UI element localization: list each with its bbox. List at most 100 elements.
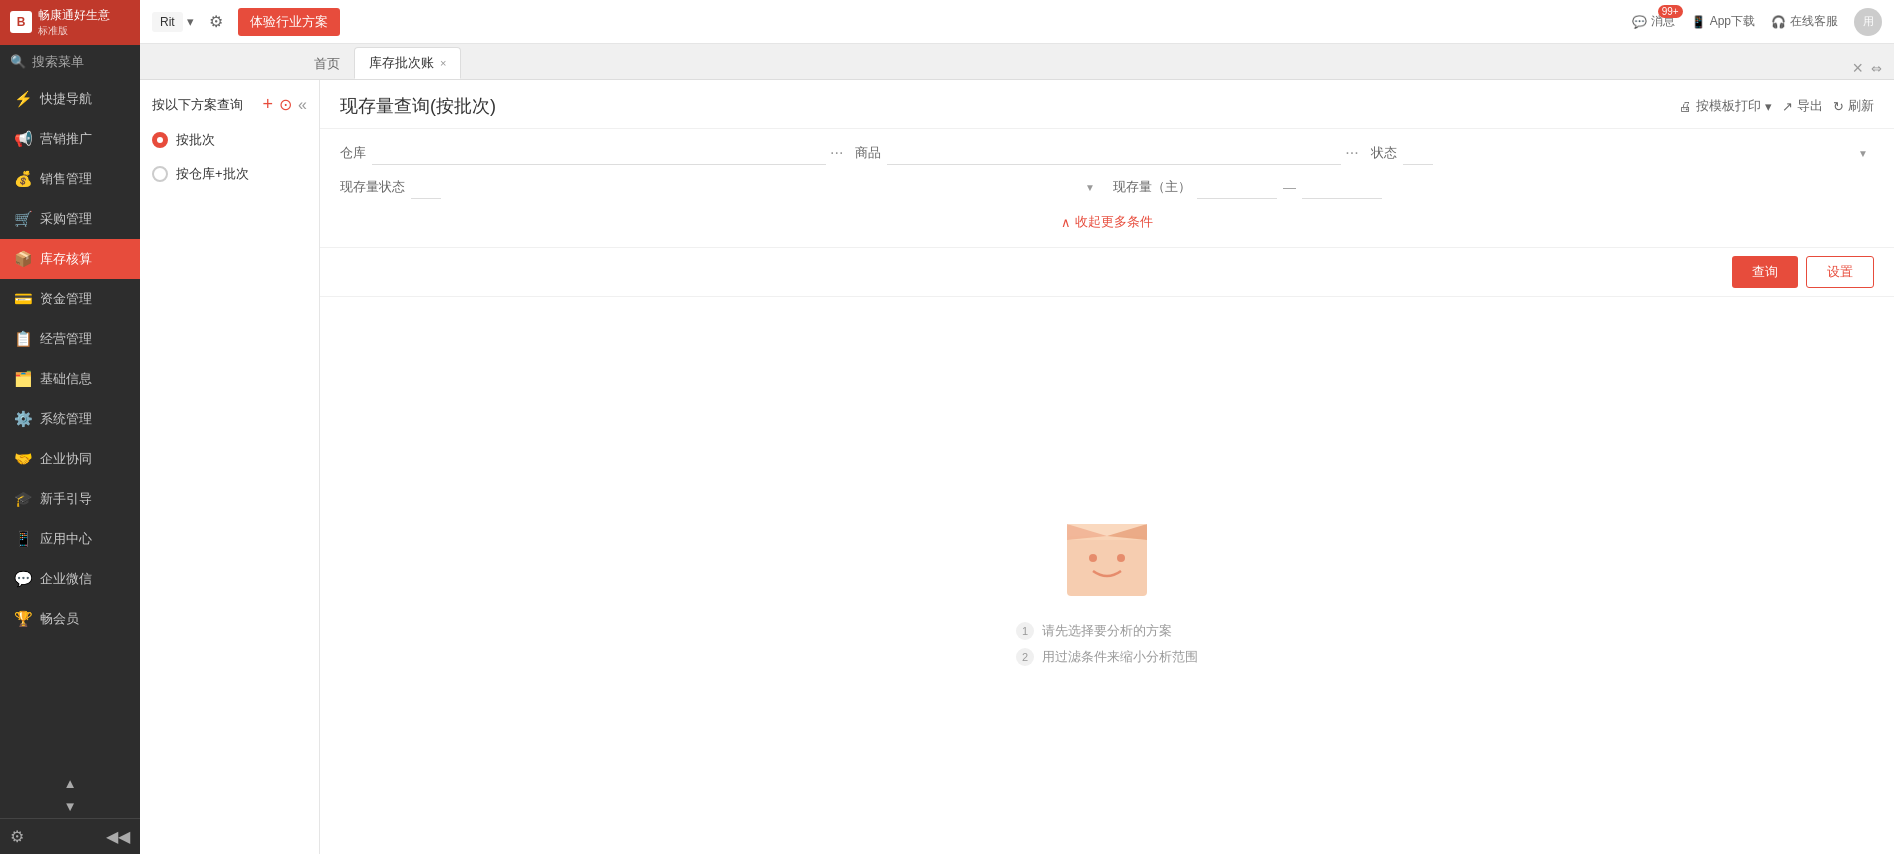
print-label: 按模板打印 [1696,97,1761,115]
refresh-icon: ↻ [1833,99,1844,114]
trial-button[interactable]: 体验行业方案 [238,8,340,36]
sidebar-scroll-down[interactable]: ▼ [0,795,140,818]
print-icon: 🖨 [1679,99,1692,114]
tab-bar: 首页 库存批次账 × × ⇔ [140,44,1894,80]
app-logo: B [10,11,32,33]
sidebar-scroll-up[interactable]: ▲ [0,772,140,795]
top-header: Rit ▾ ⚙ 体验行业方案 💬 消息 99+ 📱 App下载 🎧 [140,0,1894,44]
stock-status-label: 现存量状态 [340,178,405,196]
sidebar-item-label: 经营管理 [40,330,92,348]
filter-settings-button[interactable]: ⊙ [279,95,292,114]
main-content: 现存量查询(按批次) 🖨 按模板打印 ▾ ↗ 导出 ↻ [320,80,1894,854]
company-selector[interactable]: Rit ▾ [152,12,194,32]
sidebar-search[interactable]: 🔍 搜索菜单 [0,45,140,79]
tip2-number: 2 [1016,648,1034,666]
sidebar-item-label: 企业微信 [40,570,92,588]
sidebar-item-inventory[interactable]: 📦 库存核算 [0,239,140,279]
service-icon: 🎧 [1771,15,1786,29]
empty-tip-1: 1 请先选择要分析的方案 [1016,622,1198,640]
sidebar-item-label: 营销推广 [40,130,92,148]
sidebar-item-vip[interactable]: 🏆 畅会员 [0,599,140,639]
company-info: 畅康通好生意 标准版 [38,8,110,37]
product-label: 商品 [855,144,881,162]
sidebar: B 畅康通好生意 标准版 🔍 搜索菜单 ⚡ 快捷导航 📢 营销推广 💰 销售管理 [0,0,140,854]
print-button[interactable]: 🖨 按模板打印 ▾ [1679,97,1772,115]
sidebar-item-label: 快捷导航 [40,90,92,108]
query-button[interactable]: 查询 [1732,256,1798,288]
sidebar-footer: ⚙ ◀◀ [0,818,140,854]
tip1-text: 请先选择要分析的方案 [1042,622,1172,640]
stock-qty-filter-group: 现存量（主） — [1113,175,1874,199]
sidebar-item-marketing[interactable]: 📢 营销推广 [0,119,140,159]
empty-state: 1 请先选择要分析的方案 2 用过滤条件来缩小分析范围 [320,297,1894,854]
app-download-button[interactable]: 📱 App下载 [1691,13,1755,30]
filter-item-batch[interactable]: 按批次 [140,123,319,157]
warehouse-dots[interactable]: ··· [830,144,843,162]
dropdown-icon: ▾ [187,14,194,29]
message-button[interactable]: 💬 消息 99+ [1632,13,1675,30]
filter-row-2: 现存量状态 现存量（主） — [340,175,1874,199]
filter-action-buttons: + ⊙ « [263,94,307,115]
sidebar-item-label: 系统管理 [40,410,92,428]
collapse-more-conditions-button[interactable]: ∧ 收起更多条件 [1053,209,1161,235]
filter-row-1: 仓库 ··· 商品 ··· 状态 [340,141,1874,165]
product-input[interactable] [887,141,1341,165]
refresh-label: 刷新 [1848,97,1874,115]
stock-qty-max-input[interactable] [1302,175,1382,199]
sidebar-item-enterprise-wechat[interactable]: 💬 企业微信 [0,559,140,599]
export-button[interactable]: ↗ 导出 [1782,97,1823,115]
collapse-sidebar-icon[interactable]: ◀◀ [106,827,130,846]
gear-button[interactable]: ⚙ [202,8,230,36]
message-icon: 💬 [1632,15,1647,29]
stock-qty-min-input[interactable] [1197,175,1277,199]
tab-label: 库存批次账 [369,54,434,72]
search-menu-label: 搜索菜单 [32,53,84,71]
panel-expand-icon[interactable]: ⇔ [1871,60,1882,75]
enterprise-wechat-icon: 💬 [14,570,32,588]
app-center-icon: 📱 [14,530,32,548]
tab-home[interactable]: 首页 [300,49,354,79]
sidebar-item-enterprise[interactable]: 🤝 企业协同 [0,439,140,479]
basic-info-icon: 🗂️ [14,370,32,388]
sidebar-item-operations[interactable]: 📋 经营管理 [0,319,140,359]
sidebar-item-label: 采购管理 [40,210,92,228]
sidebar-item-basic-info[interactable]: 🗂️ 基础信息 [0,359,140,399]
tab-close-icon[interactable]: × [440,57,446,69]
title-actions: 🖨 按模板打印 ▾ ↗ 导出 ↻ 刷新 [1679,97,1874,115]
svg-rect-0 [1067,536,1147,596]
search-icon: 🔍 [10,54,26,69]
filter-item-warehouse-batch[interactable]: 按仓库+批次 [140,157,319,191]
add-filter-button[interactable]: + [263,94,274,115]
filter-header: 按以下方案查询 + ⊙ « [140,90,319,123]
table-settings-button[interactable]: 设置 [1806,256,1874,288]
status-select[interactable] [1403,141,1433,165]
status-filter-group: 状态 [1371,141,1874,165]
sidebar-item-quick-nav[interactable]: ⚡ 快捷导航 [0,79,140,119]
collapse-icon: ∧ [1061,215,1071,230]
product-filter-group: 商品 ··· [855,141,1358,165]
stock-qty-dash: — [1277,180,1302,195]
sidebar-item-purchase[interactable]: 🛒 采购管理 [0,199,140,239]
action-row: 查询 设置 [320,248,1894,296]
product-dots[interactable]: ··· [1345,144,1358,162]
warehouse-input[interactable] [372,141,826,165]
refresh-button[interactable]: ↻ 刷新 [1833,97,1874,115]
stock-status-select[interactable] [411,175,441,199]
sidebar-item-system[interactable]: ⚙️ 系统管理 [0,399,140,439]
tab-inventory-batch[interactable]: 库存批次账 × [354,47,461,79]
online-service-button[interactable]: 🎧 在线客服 [1771,13,1838,30]
enterprise-icon: 🤝 [14,450,32,468]
sidebar-item-finance[interactable]: 💳 资金管理 [0,279,140,319]
stock-qty-label: 现存量（主） [1113,178,1191,196]
panel-close-button[interactable]: × [1852,57,1863,78]
sidebar-item-label: 销售管理 [40,170,92,188]
sidebar-item-app-center[interactable]: 📱 应用中心 [0,519,140,559]
user-avatar[interactable]: 用 [1854,8,1882,36]
sidebar-item-newbie[interactable]: 🎓 新手引导 [0,479,140,519]
settings-footer-icon[interactable]: ⚙ [10,827,24,846]
collapse-filter-button[interactable]: « [298,96,307,114]
sidebar-item-sales[interactable]: 💰 销售管理 [0,159,140,199]
header-left: Rit ▾ ⚙ 体验行业方案 [152,8,1622,36]
app-download-icon: 📱 [1691,15,1706,29]
empty-svg [1047,486,1167,606]
